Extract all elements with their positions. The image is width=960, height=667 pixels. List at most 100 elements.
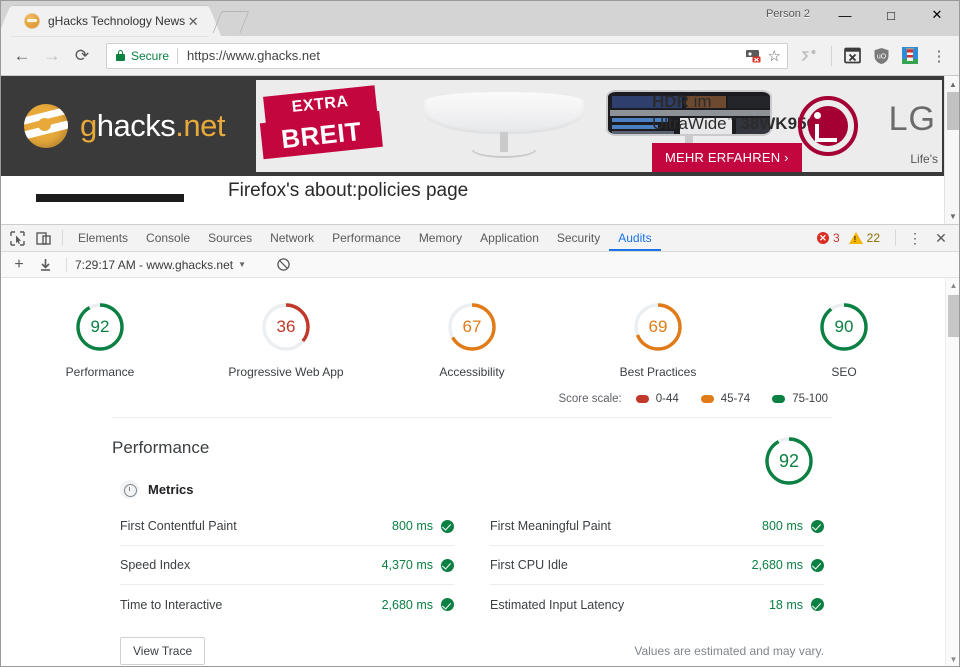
check-circle-icon [811,558,824,572]
devtools-status: ✕ 3 22 ⋮ ✕ [816,225,956,251]
site-logo[interactable]: ghacks.net [24,104,256,148]
metrics-header[interactable]: Metrics [112,480,832,499]
scale-pill-orange [700,395,714,403]
ad-line2-tm: ™ [726,114,736,125]
check-circle-icon [441,519,454,533]
metrics-title: Metrics [148,482,194,497]
metric-row[interactable]: First CPU Idle 2,680 ms [490,546,824,585]
scroll-thumb[interactable] [948,295,959,337]
check-circle-icon [441,598,454,611]
gauge-ring: 90 [817,300,871,354]
browser-window: gHacks Technology News ✕ Person 2 — □ ✕ … [0,0,960,667]
minimize-button[interactable]: — [822,0,868,30]
lighthouse-icon[interactable] [897,43,923,69]
tab-title: gHacks Technology News [48,14,186,28]
ublock-icon[interactable]: uO [868,43,894,69]
page-viewport: ghacks.net EXTRA BREIT HDR im UltraWide™… [0,76,960,224]
device-toolbar-icon[interactable] [30,225,56,251]
browser-tab[interactable]: gHacks Technology News ✕ [12,6,208,36]
gauge-best-practices[interactable]: 69 Best Practices [588,300,728,379]
metric-value: 2,680 ms [381,597,433,612]
report-selector[interactable]: 7:29:17 AM - www.ghacks.net ▼ [75,258,246,272]
warning-count: 22 [866,231,880,245]
new-audit-icon[interactable]: + [6,252,32,278]
devtools-status-divider [895,230,896,246]
report-timestamp: 7:29:17 AM - www.ghacks.net [75,257,234,272]
devtools-more-icon[interactable]: ⋮ [902,225,928,251]
download-report-icon[interactable] [32,252,58,278]
gauge-accessibility[interactable]: 67 Accessibility [402,300,542,379]
tab-elements[interactable]: Elements [69,225,137,251]
error-badge[interactable]: ✕ 3 [816,231,840,245]
ghacks-globe-icon [24,104,68,148]
profile-name[interactable]: Person 2 [766,8,810,20]
metric-value-wrap: 800 ms [392,519,454,533]
metric-row[interactable]: First Contentful Paint 800 ms [120,507,454,546]
scale-range-orange: 45-74 [720,393,751,405]
tab-console[interactable]: Console [137,225,199,251]
metric-row[interactable]: First Meaningful Paint 800 ms [490,507,824,546]
metric-row[interactable]: Time to Interactive 2,680 ms [120,585,454,624]
gauge-score: 69 [648,317,668,336]
subbar-divider [66,257,67,272]
tab-audits[interactable]: Audits [609,225,660,251]
address-bar[interactable]: Secure https://www.ghacks.net ☆ [106,42,788,69]
scroll-thumb[interactable] [947,92,959,130]
devtools-scrollbar[interactable]: ▲ ▼ [945,278,960,667]
gauge-score: 90 [834,317,854,336]
gauge-label: Best Practices [619,365,697,379]
clear-all-icon[interactable] [270,252,296,278]
devtools-close-icon[interactable]: ✕ [928,225,954,251]
window-controls: — □ ✕ [822,0,960,30]
cast-icon[interactable] [798,43,824,69]
maximize-button[interactable]: □ [868,0,914,30]
scroll-up-icon[interactable]: ▲ [945,76,960,92]
metric-row[interactable]: Estimated Input Latency 18 ms [490,585,824,624]
tab-memory[interactable]: Memory [410,225,471,251]
scroll-down-icon[interactable]: ▼ [945,208,960,224]
logo-text-hacks: hacks [96,108,176,143]
warning-badge[interactable]: 22 [848,231,880,245]
tab-network[interactable]: Network [261,225,323,251]
lg-logo-icon [798,96,858,156]
tab-sources[interactable]: Sources [199,225,261,251]
tab-application[interactable]: Application [471,225,548,251]
gauge-performance[interactable]: 92 Performance [30,300,170,379]
bookmark-star-icon[interactable]: ☆ [768,47,781,65]
metric-row[interactable]: Speed Index 4,370 ms [120,546,454,585]
score-scale-legend: Score scale: 0-44 45-74 75-100 [112,393,832,418]
close-icon[interactable]: ✕ [185,13,201,29]
lock-icon [116,50,125,61]
back-icon[interactable]: ← [8,42,36,70]
banner-ad[interactable]: EXTRA BREIT HDR im UltraWide™ 38WK95C ME… [256,80,942,172]
scroll-down-icon[interactable]: ▼ [946,652,960,667]
close-window-button[interactable]: ✕ [914,0,960,30]
inspect-element-icon[interactable] [4,225,30,251]
check-circle-icon [811,519,824,533]
gauge-seo[interactable]: 90 SEO [774,300,914,379]
cast-blocked-icon[interactable] [745,48,762,64]
adblock-icon[interactable] [839,43,865,69]
view-trace-button[interactable]: View Trace [120,637,206,665]
scale-item-fail: 0-44 [635,393,679,405]
new-tab-button[interactable] [212,11,250,33]
page-scrollbar[interactable]: ▲ ▼ [944,76,960,224]
gauge-progressive-web-app[interactable]: 36 Progressive Web App [216,300,356,379]
browser-menu-icon[interactable]: ⋮ [926,43,952,69]
score-gauges: 92 Performance 36 Progressive Web App 67… [0,278,944,387]
error-count: 3 [832,231,840,245]
ad-cta-button[interactable]: MEHR ERFAHREN › [652,143,802,172]
tab-performance[interactable]: Performance [323,225,410,251]
scale-item-pass: 75-100 [772,393,828,405]
scroll-up-icon[interactable]: ▲ [946,278,960,293]
omnibox-icons: ☆ [745,47,781,65]
gauge-ring: 92 [73,300,127,354]
reload-icon[interactable]: ⟳ [68,42,96,70]
metric-value-wrap: 800 ms [762,519,824,533]
performance-category: Performance 92 Metrics First Contentful … [112,418,832,665]
gauge-label: SEO [831,365,857,379]
devtools-panel: Elements Console Sources Network Perform… [0,224,960,667]
tab-security[interactable]: Security [548,225,609,251]
article-heading: Firefox's about:policies page [228,180,469,201]
forward-icon[interactable]: → [38,42,66,70]
